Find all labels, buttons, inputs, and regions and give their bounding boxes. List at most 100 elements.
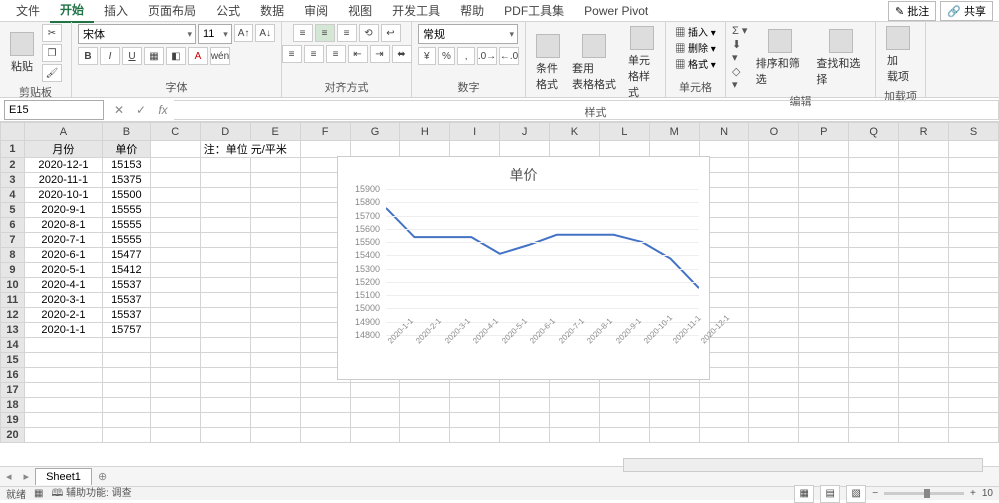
ribbon-tab-7[interactable]: 视图	[338, 0, 382, 22]
cell-Q20[interactable]	[849, 428, 899, 443]
cell-E5[interactable]	[250, 203, 300, 218]
delete-cells-button[interactable]: ▦ 删除 ▾	[675, 40, 716, 55]
cell-C2[interactable]	[150, 158, 200, 173]
cell-Q13[interactable]	[849, 323, 899, 338]
sort-filter-button[interactable]: 排序和筛选	[752, 27, 809, 89]
cell-L1[interactable]	[599, 141, 649, 158]
cell-A6[interactable]: 2020-8-1	[24, 218, 102, 233]
cell-O4[interactable]	[749, 188, 799, 203]
cell-C1[interactable]	[150, 141, 200, 158]
cell-N1[interactable]	[699, 141, 749, 158]
row-header-14[interactable]: 14	[1, 338, 25, 353]
cell-J19[interactable]	[500, 413, 550, 428]
cell-P17[interactable]	[799, 383, 849, 398]
cell-P1[interactable]	[799, 141, 849, 158]
col-header-H[interactable]: H	[400, 123, 450, 141]
cell-K19[interactable]	[550, 413, 600, 428]
font-size-select[interactable]: 11	[198, 24, 232, 44]
cell-P6[interactable]	[799, 218, 849, 233]
cell-R9[interactable]	[899, 263, 949, 278]
cell-P18[interactable]	[799, 398, 849, 413]
col-header-C[interactable]: C	[150, 123, 200, 141]
zoom-out-button[interactable]: −	[872, 488, 878, 499]
cell-O1[interactable]	[749, 141, 799, 158]
cell-A5[interactable]: 2020-9-1	[24, 203, 102, 218]
ribbon-tab-0[interactable]: 文件	[6, 0, 50, 22]
cell-P5[interactable]	[799, 203, 849, 218]
cell-A14[interactable]	[24, 338, 102, 353]
cell-F19[interactable]	[300, 413, 350, 428]
cell-I1[interactable]	[450, 141, 500, 158]
formula-bar[interactable]	[174, 100, 999, 120]
ribbon-tab-10[interactable]: PDF工具集	[494, 0, 574, 22]
col-header-R[interactable]: R	[899, 123, 949, 141]
cell-E7[interactable]	[250, 233, 300, 248]
cell-P13[interactable]	[799, 323, 849, 338]
cell-B11[interactable]: 15537	[102, 293, 150, 308]
cell-R7[interactable]	[899, 233, 949, 248]
confirm-fx-button[interactable]: ✓	[130, 103, 152, 117]
ribbon-tab-3[interactable]: 页面布局	[138, 0, 206, 22]
cell-I18[interactable]	[450, 398, 500, 413]
cell-Q5[interactable]	[849, 203, 899, 218]
zoom-level[interactable]: 10	[982, 488, 993, 499]
row-header-3[interactable]: 3	[1, 173, 25, 188]
cell-R12[interactable]	[899, 308, 949, 323]
col-header-N[interactable]: N	[699, 123, 749, 141]
cell-C11[interactable]	[150, 293, 200, 308]
cell-J20[interactable]	[500, 428, 550, 443]
cell-S1[interactable]	[948, 141, 998, 158]
wrap-text-button[interactable]: ↩	[381, 24, 401, 42]
ribbon-tab-1[interactable]: 开始	[50, 0, 94, 23]
cell-R6[interactable]	[899, 218, 949, 233]
sheet-nav-prev[interactable]: ◂	[0, 470, 18, 483]
cell-I19[interactable]	[450, 413, 500, 428]
cell-A16[interactable]	[24, 368, 102, 383]
copy-button[interactable]: ❐	[42, 44, 62, 62]
cell-D2[interactable]	[200, 158, 250, 173]
cell-E4[interactable]	[250, 188, 300, 203]
addins-button[interactable]: 加 载项	[882, 24, 914, 86]
align-center-button[interactable]: ≡	[304, 45, 324, 63]
cell-S10[interactable]	[948, 278, 998, 293]
cell-P4[interactable]	[799, 188, 849, 203]
paste-button[interactable]: 粘贴	[6, 30, 38, 76]
cell-F20[interactable]	[300, 428, 350, 443]
cell-O5[interactable]	[749, 203, 799, 218]
cell-M17[interactable]	[649, 383, 699, 398]
cell-A7[interactable]: 2020-7-1	[24, 233, 102, 248]
cell-P8[interactable]	[799, 248, 849, 263]
cell-C3[interactable]	[150, 173, 200, 188]
ribbon-tab-5[interactable]: 数据	[250, 0, 294, 22]
col-header-P[interactable]: P	[799, 123, 849, 141]
cell-D16[interactable]	[200, 368, 250, 383]
cell-D1[interactable]: 注：单位 元/平米	[200, 141, 300, 158]
cell-O14[interactable]	[749, 338, 799, 353]
align-right-button[interactable]: ≡	[326, 45, 346, 63]
cell-A2[interactable]: 2020-12-1	[24, 158, 102, 173]
cell-E18[interactable]	[250, 398, 300, 413]
cell-R3[interactable]	[899, 173, 949, 188]
cell-B6[interactable]: 15555	[102, 218, 150, 233]
cell-P9[interactable]	[799, 263, 849, 278]
cell-A8[interactable]: 2020-6-1	[24, 248, 102, 263]
cell-Q9[interactable]	[849, 263, 899, 278]
cell-N20[interactable]	[699, 428, 749, 443]
sheet-tab-active[interactable]: Sheet1	[35, 468, 92, 485]
percent-button[interactable]: %	[438, 47, 456, 65]
cell-R18[interactable]	[899, 398, 949, 413]
table-format-button[interactable]: 套用 表格格式	[568, 32, 620, 94]
cell-Q18[interactable]	[849, 398, 899, 413]
row-header-2[interactable]: 2	[1, 158, 25, 173]
cell-C12[interactable]	[150, 308, 200, 323]
cell-Q3[interactable]	[849, 173, 899, 188]
cell-O19[interactable]	[749, 413, 799, 428]
cell-E8[interactable]	[250, 248, 300, 263]
cell-R15[interactable]	[899, 353, 949, 368]
cell-D4[interactable]	[200, 188, 250, 203]
row-header-13[interactable]: 13	[1, 323, 25, 338]
cell-O12[interactable]	[749, 308, 799, 323]
cell-O16[interactable]	[749, 368, 799, 383]
cell-E11[interactable]	[250, 293, 300, 308]
cell-S11[interactable]	[948, 293, 998, 308]
